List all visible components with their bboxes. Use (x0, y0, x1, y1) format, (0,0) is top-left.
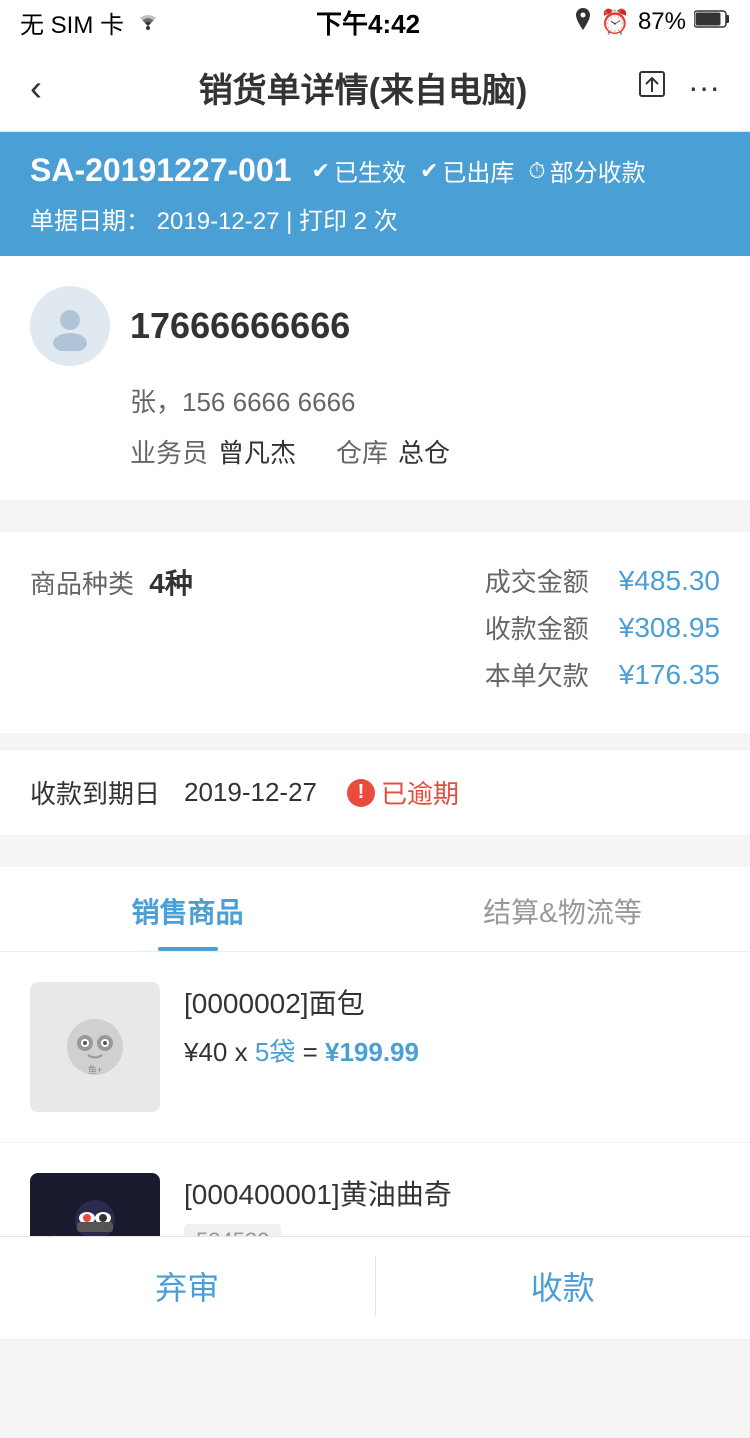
product-image-1: 鱼+ (30, 982, 160, 1112)
summary-section: 商品种类 4种 成交金额 ¥485.30 收款金额 ¥308.95 本单欠款 ¥… (0, 532, 750, 733)
customer-meta: 业务员 曾凡杰 仓库 总仓 (30, 433, 720, 470)
alarm-icon: ⏰ (600, 8, 630, 37)
wifi-icon (134, 8, 162, 37)
back-button[interactable]: ‹ (30, 67, 90, 109)
order-id: SA-20191227-001 (30, 152, 292, 189)
sim-status: 无 SIM 卡 (20, 5, 124, 40)
order-date-info: 单据日期： 2019-12-27 | 打印 2 次 (30, 201, 720, 236)
nav-actions: ··· (636, 68, 720, 108)
share-icon[interactable] (636, 68, 668, 108)
product-name-2: [000400001]黄油曲奇 (184, 1173, 720, 1213)
order-header: SA-20191227-001 ✔ 已生效 ✔ 已出库 ⏱ 部分收款 单据日期：… (0, 132, 750, 256)
overdue-dot-icon: ! (347, 779, 375, 807)
overdue-section: 收款到期日 2019-12-27 ! 已逾期 (0, 749, 750, 835)
more-icon[interactable]: ··· (688, 69, 720, 106)
customer-name-phone: 张，156 6666 6666 (30, 382, 720, 419)
confirm-button[interactable]: 收款 (376, 1243, 750, 1329)
separator-2 (0, 835, 750, 851)
product-name-1: [0000002]面包 (184, 982, 720, 1022)
status-tags: ✔ 已生效 ✔ 已出库 ⏱ 部分收款 (312, 153, 646, 188)
overdue-badge: ! 已逾期 (347, 774, 459, 811)
status-bar-right: ⏰ 87% (574, 8, 730, 37)
warehouse-info: 仓库 总仓 (336, 433, 450, 470)
debt-amount-row: 本单欠款 ¥176.35 (485, 656, 720, 693)
overdue-date: 2019-12-27 (184, 777, 317, 808)
location-icon (574, 8, 592, 37)
bottom-spacer (0, 1340, 750, 1438)
page-title: 销货单详情(来自电脑) (90, 63, 636, 112)
product-price-1: ¥40 x 5袋 = ¥199.99 (184, 1032, 720, 1069)
status-bar-left: 无 SIM 卡 (20, 5, 162, 40)
tab-products[interactable]: 销售商品 (0, 867, 375, 951)
customer-section: 17666666666 张，156 6666 6666 业务员 曾凡杰 仓库 总… (0, 256, 750, 500)
received-amount-row: 收款金额 ¥308.95 (485, 609, 720, 646)
status-shipped: ✔ 已出库 (420, 153, 514, 188)
product-item-1: 鱼+ [0000002]面包 ¥40 x 5袋 = ¥199.99 (0, 952, 750, 1143)
status-bar-time: 下午4:42 (316, 4, 420, 41)
check-icon-2: ✔ (420, 158, 438, 184)
financial-summary: 成交金额 ¥485.30 收款金额 ¥308.95 本单欠款 ¥176.35 (485, 562, 720, 703)
tab-bar: 销售商品 结算&物流等 (0, 867, 750, 952)
svg-text:鱼+: 鱼+ (88, 1064, 102, 1075)
tab-settlement[interactable]: 结算&物流等 (375, 867, 750, 951)
status-bar: 无 SIM 卡 下午4:42 ⏰ 87% (0, 0, 750, 44)
deal-amount-row: 成交金额 ¥485.30 (485, 562, 720, 599)
product-type-count: 商品种类 4种 (30, 562, 193, 602)
status-effective: ✔ 已生效 (312, 153, 406, 188)
separator-1 (0, 516, 750, 532)
check-icon-1: ✔ (312, 158, 330, 184)
customer-phone: 17666666666 (130, 305, 350, 347)
nav-bar: ‹ 销货单详情(来自电脑) ··· (0, 44, 750, 132)
product-info-1: [0000002]面包 ¥40 x 5袋 = ¥199.99 (184, 982, 720, 1069)
clock-icon: ⏱ (528, 158, 545, 184)
battery-icon (694, 8, 730, 36)
salesperson-info: 业务员 曾凡杰 (130, 433, 296, 470)
cancel-button[interactable]: 弃审 (0, 1243, 375, 1329)
battery-text: 87% (638, 8, 686, 36)
status-partial-payment: ⏱ 部分收款 (528, 153, 645, 188)
overdue-label: 收款到期日 (30, 774, 160, 811)
avatar (30, 286, 110, 366)
bottom-bar: 弃审 收款 (0, 1236, 750, 1334)
